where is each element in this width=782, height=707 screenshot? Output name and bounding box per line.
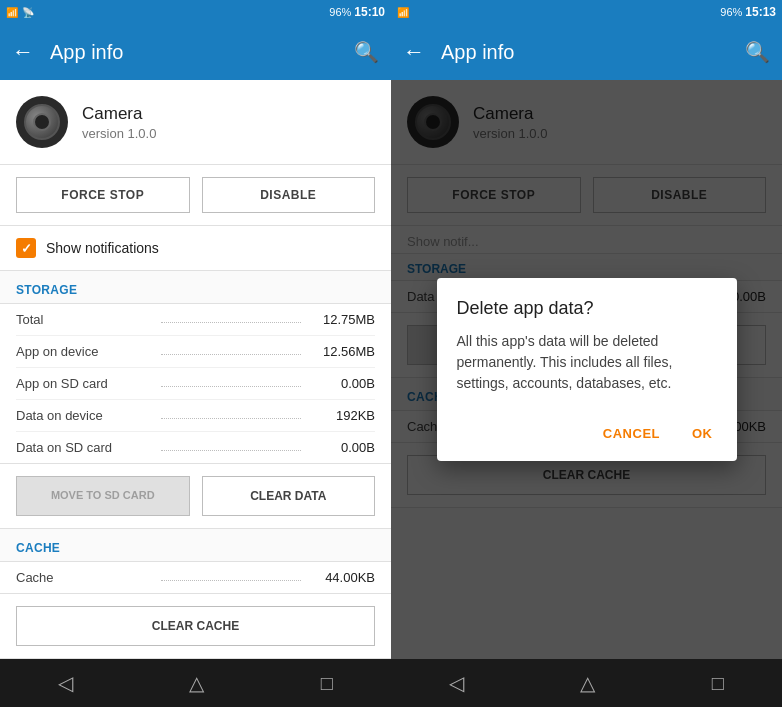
time-left: 15:10 <box>354 5 385 19</box>
app-name-left: Camera <box>82 104 156 124</box>
app-info-text-left: Camera version 1.0.0 <box>82 104 156 141</box>
battery-level-right: 96% <box>720 6 742 18</box>
dots-data-sd <box>161 450 302 451</box>
nav-back-left[interactable]: ◁ <box>58 671 73 695</box>
dialog-body: All this app's data will be deleted perm… <box>437 331 737 410</box>
nav-home-left[interactable]: △ <box>189 671 204 695</box>
storage-header-left: STORAGE <box>0 271 391 303</box>
wifi-icon: 📶 <box>6 7 18 18</box>
dots-app-sd <box>161 386 302 387</box>
dialog-overlay: Delete app data? All this app's data wil… <box>391 80 782 659</box>
notifications-row-left: Show notifications <box>0 226 391 271</box>
storage-row-data-device: Data on device 192KB <box>16 400 375 432</box>
dimmed-content-area: Camera version 1.0.0 FORCE STOP DISABLE … <box>391 80 782 659</box>
search-button-right[interactable]: 🔍 <box>745 40 770 64</box>
status-right-icons: 96% 15:13 <box>720 5 776 19</box>
wifi-icon-right: 📶 <box>397 7 409 18</box>
nav-back-right[interactable]: ◁ <box>449 671 464 695</box>
storage-value-data-device: 192KB <box>305 408 375 423</box>
app-header-left: Camera version 1.0.0 <box>0 80 391 165</box>
time-right: 15:13 <box>745 5 776 19</box>
disable-button-left[interactable]: DISABLE <box>202 177 376 213</box>
storage-section-left: Total 12.75MB App on device 12.56MB App … <box>0 303 391 464</box>
clear-cache-button-left[interactable]: CLEAR CACHE <box>16 606 375 646</box>
signal-icon: 📡 <box>22 7 34 18</box>
nav-recent-right[interactable]: □ <box>712 672 724 695</box>
cache-section-left: Cache 44.00KB <box>0 561 391 594</box>
status-icons-right: 96% 15:10 <box>329 5 385 19</box>
force-stop-button-left[interactable]: FORCE STOP <box>16 177 190 213</box>
storage-label-data-sd: Data on SD card <box>16 440 157 455</box>
storage-value-data-sd: 0.00B <box>305 440 375 455</box>
cache-value-left: 44.00KB <box>305 570 375 585</box>
storage-value-app-device: 12.56MB <box>305 344 375 359</box>
notifications-label-left: Show notifications <box>46 240 159 256</box>
cache-label-left: Cache <box>16 570 157 585</box>
app-bar-left: ← App info 🔍 <box>0 24 391 80</box>
status-bar-left: 📶 📡 96% 15:10 <box>0 0 391 24</box>
dots-data-device <box>161 418 302 419</box>
storage-row-data-sd: Data on SD card 0.00B <box>16 432 375 463</box>
nav-bar-right: ◁ △ □ <box>391 659 782 707</box>
camera-icon-left <box>24 104 60 140</box>
app-bar-title-left: App info <box>50 41 338 64</box>
app-version-left: version 1.0.0 <box>82 126 156 141</box>
cache-header-left: CACHE <box>0 529 391 561</box>
storage-row-app-device: App on device 12.56MB <box>16 336 375 368</box>
storage-value-total: 12.75MB <box>305 312 375 327</box>
storage-actions-left: MOVE TO SD CARD CLEAR DATA <box>0 464 391 529</box>
battery-level-left: 96% <box>329 6 351 18</box>
back-button-right[interactable]: ← <box>403 39 425 65</box>
storage-value-app-sd: 0.00B <box>305 376 375 391</box>
app-bar-title-right: App info <box>441 41 729 64</box>
status-bar-right: 📶 96% 15:13 <box>391 0 782 24</box>
dialog-cancel-button[interactable]: CANCEL <box>591 418 672 449</box>
storage-label-data-device: Data on device <box>16 408 157 423</box>
delete-app-data-dialog: Delete app data? All this app's data wil… <box>437 278 737 461</box>
status-icons-left: 📶 📡 <box>6 7 325 18</box>
clear-data-button-left[interactable]: CLEAR DATA <box>202 476 376 516</box>
status-icons-right-panel: 📶 <box>397 7 716 18</box>
dots-app-device <box>161 354 302 355</box>
cache-actions-left: CLEAR CACHE <box>0 594 391 659</box>
nav-recent-left[interactable]: □ <box>321 672 333 695</box>
storage-label-total: Total <box>16 312 157 327</box>
back-button-left[interactable]: ← <box>12 39 34 65</box>
content-left: Camera version 1.0.0 FORCE STOP DISABLE … <box>0 80 391 659</box>
storage-row-app-sd: App on SD card 0.00B <box>16 368 375 400</box>
storage-label-app-sd: App on SD card <box>16 376 157 391</box>
dots-total <box>161 322 302 323</box>
move-to-sd-button-left: MOVE TO SD CARD <box>16 476 190 516</box>
nav-bar-left: ◁ △ □ <box>0 659 391 707</box>
search-button-left[interactable]: 🔍 <box>354 40 379 64</box>
dialog-title: Delete app data? <box>437 278 737 331</box>
app-icon-left <box>16 96 68 148</box>
main-buttons-left: FORCE STOP DISABLE <box>0 165 391 226</box>
left-phone-panel: 📶 📡 96% 15:10 ← App info 🔍 Camera versio… <box>0 0 391 707</box>
nav-home-right[interactable]: △ <box>580 671 595 695</box>
storage-row-total: Total 12.75MB <box>16 304 375 336</box>
dialog-ok-button[interactable]: OK <box>680 418 725 449</box>
cache-row-left: Cache 44.00KB <box>16 562 375 593</box>
right-phone-panel: 📶 96% 15:13 ← App info 🔍 Camera version … <box>391 0 782 707</box>
notifications-checkbox-left[interactable] <box>16 238 36 258</box>
storage-label-app-device: App on device <box>16 344 157 359</box>
app-bar-right: ← App info 🔍 <box>391 24 782 80</box>
dialog-actions: CANCEL OK <box>437 410 737 461</box>
dots-cache-left <box>161 580 302 581</box>
